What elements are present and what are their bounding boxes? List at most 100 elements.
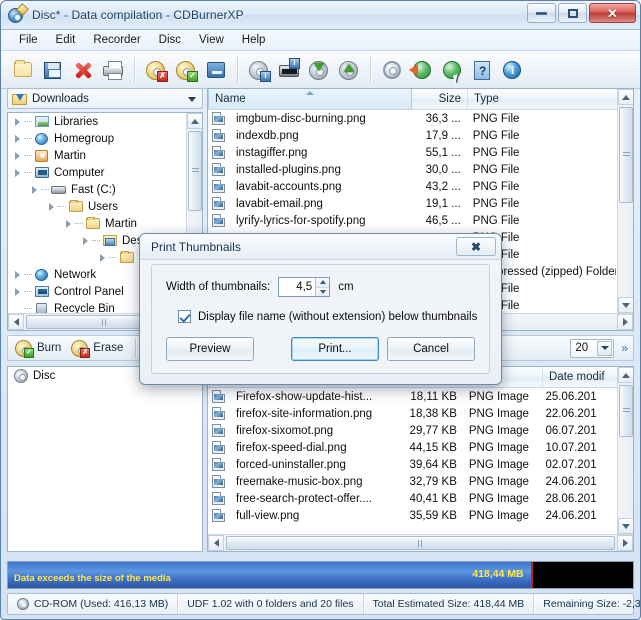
expand-arrow-icon[interactable] <box>80 235 91 246</box>
compilation-scroll-right-button[interactable] <box>617 535 633 551</box>
expand-arrow-icon[interactable] <box>12 286 23 297</box>
tree-node[interactable]: Libraries <box>8 113 186 130</box>
maximize-button[interactable] <box>558 3 587 23</box>
file-type-cell: PNG File <box>472 112 520 125</box>
file-row[interactable]: lavabit-accounts.png 43,2 ... PNG File <box>208 178 616 195</box>
compilation-row[interactable]: freemake-music-box.png 32,79 KB PNG Image 2… <box>208 473 616 490</box>
new-compilation-button[interactable] <box>9 55 37 85</box>
create-iso-button[interactable] <box>335 55 363 85</box>
column-header-type[interactable]: Type <box>468 89 618 109</box>
file-row[interactable]: lyrify-lyrics-for-spotify.png 46,5 ... PNG… <box>208 212 616 229</box>
expand-arrow-icon[interactable] <box>97 252 108 263</box>
file-list-vertical-scrollbar[interactable] <box>617 89 633 313</box>
stepper-down-button[interactable] <box>316 287 330 296</box>
compilation-row[interactable]: full-view.png 35,59 KB PNG Image 24.06.201 <box>208 507 616 524</box>
folder-combobox[interactable]: Downloads <box>7 88 203 109</box>
menu-edit[interactable]: Edit <box>47 32 85 48</box>
disc-info-button[interactable]: i <box>245 55 273 85</box>
compilation-scroll-left-button[interactable] <box>208 535 224 551</box>
burn-button[interactable]: ✓ Burn <box>13 338 66 359</box>
rip-disc-button[interactable] <box>305 55 333 85</box>
clear-disc-button[interactable]: ✗ <box>142 55 170 85</box>
minimize-panel-button[interactable] <box>202 55 230 85</box>
file-row[interactable]: indexdb.png 17,9 ... PNG File <box>208 127 616 144</box>
compilation-tree-pane[interactable]: Disc <box>7 366 203 552</box>
tree-node[interactable]: Martin <box>8 215 186 232</box>
file-row[interactable]: instagiffer.png 55,1 ... PNG File <box>208 144 616 161</box>
help-button[interactable]: ? <box>468 55 496 85</box>
compilation-row[interactable]: firefox-site-information.png 18,38 KB PNG … <box>208 405 616 422</box>
compilation-scroll-thumb[interactable] <box>619 385 633 437</box>
burn-disc-button[interactable]: ✓ <box>172 55 200 85</box>
toolbar-overflow-button[interactable]: » <box>621 341 628 355</box>
options-button[interactable] <box>378 55 406 85</box>
chevron-down-icon[interactable] <box>188 97 196 102</box>
tree-node[interactable]: Computer <box>8 164 186 181</box>
tree-node[interactable]: Users <box>8 198 186 215</box>
minimize-button[interactable] <box>527 3 556 23</box>
about-button[interactable]: i <box>498 55 526 85</box>
thumbnail-width-stepper[interactable]: 4,5 <box>278 277 331 297</box>
folder-icon <box>11 58 35 82</box>
menu-view[interactable]: View <box>190 32 233 48</box>
print-button[interactable] <box>99 55 127 85</box>
compilation-file-list[interactable]: Date modif Firefox-show-update-hist... 18… <box>207 366 634 552</box>
expand-arrow-icon[interactable] <box>63 218 74 229</box>
expand-arrow-icon[interactable] <box>12 167 23 178</box>
compilation-horizontal-scrollbar[interactable] <box>208 534 633 551</box>
file-scroll-right-button[interactable] <box>617 314 633 330</box>
compilation-scroll-down-button[interactable] <box>618 518 633 534</box>
stepper-up-button[interactable] <box>316 278 330 288</box>
compilation-row[interactable]: firefox-sixomot.png 29,77 KB PNG Image 06.0… <box>208 422 616 439</box>
menu-recorder[interactable]: Recorder <box>84 32 149 48</box>
expand-arrow-icon[interactable] <box>12 133 23 144</box>
menu-disc[interactable]: Disc <box>150 32 190 48</box>
website-button[interactable] <box>438 55 466 85</box>
file-scroll-up-button[interactable] <box>618 89 633 105</box>
menu-help[interactable]: Help <box>233 32 275 48</box>
compilation-row[interactable]: firefox-speed-dial.png 44,15 KB PNG Image 1… <box>208 439 616 456</box>
compilation-row[interactable]: Firefox-show-update-hist... 18,11 KB PNG I… <box>208 388 616 405</box>
display-filename-checkbox[interactable] <box>178 310 191 323</box>
tree-scroll-up-button[interactable] <box>187 113 202 129</box>
tree-scroll-left-button[interactable] <box>8 314 24 330</box>
compilation-vertical-scrollbar[interactable] <box>617 367 633 534</box>
dialog-close-button[interactable]: ✖ <box>456 237 496 256</box>
preview-button[interactable]: Preview <box>166 337 254 361</box>
print-button[interactable]: Print... <box>291 337 379 361</box>
png-file-icon <box>212 475 225 488</box>
column-header-size[interactable]: Size <box>412 89 468 109</box>
file-scroll-thumb[interactable] <box>619 107 633 203</box>
compilation-scroll-up-button[interactable] <box>618 367 633 383</box>
drive-info-button[interactable]: i <box>275 55 303 85</box>
file-scroll-down-button[interactable] <box>618 297 633 313</box>
tree-node[interactable]: Homegroup <box>8 130 186 147</box>
thumbnail-width-value[interactable]: 4,5 <box>279 281 315 293</box>
expand-arrow-icon[interactable] <box>46 201 57 212</box>
remove-item-button[interactable] <box>69 55 97 85</box>
close-button[interactable]: ✕ <box>589 3 636 23</box>
tree-node[interactable]: Fast (C:) <box>8 181 186 198</box>
erase-button[interactable]: ✗ Erase <box>69 338 128 359</box>
tree-scroll-thumb[interactable] <box>188 131 202 211</box>
file-row[interactable]: lavabit-email.png 19,1 ... PNG File <box>208 195 616 212</box>
menu-file[interactable]: File <box>10 32 47 48</box>
file-row[interactable]: imgbum-disc-burning.png 36,3 ... PNG File <box>208 110 616 127</box>
expand-arrow-icon[interactable] <box>29 184 40 195</box>
file-row[interactable]: installed-plugins.png 30,0 ... PNG File <box>208 161 616 178</box>
cancel-button[interactable]: Cancel <box>387 337 475 361</box>
speed-combobox-arrow[interactable] <box>597 340 613 356</box>
save-compilation-button[interactable] <box>39 55 67 85</box>
compilation-row[interactable]: forced-uninstaller.png 39,64 KB PNG Image 0… <box>208 456 616 473</box>
speed-combobox[interactable]: 20 <box>570 338 615 358</box>
update-check-button[interactable] <box>408 55 436 85</box>
expand-arrow-icon[interactable] <box>12 269 23 280</box>
compilation-row[interactable]: free-search-protect-offer.... 40,41 KB PNG… <box>208 490 616 507</box>
column-header-name[interactable]: Name <box>208 89 412 109</box>
expand-arrow-icon[interactable] <box>12 116 23 127</box>
compilation-hscroll-thumb[interactable] <box>226 536 615 550</box>
tree-node[interactable]: Martin <box>8 147 186 164</box>
display-filename-row[interactable]: Display file name (without extension) be… <box>178 310 477 323</box>
tree-node-label: Users <box>88 200 119 213</box>
expand-arrow-icon[interactable] <box>12 150 23 161</box>
